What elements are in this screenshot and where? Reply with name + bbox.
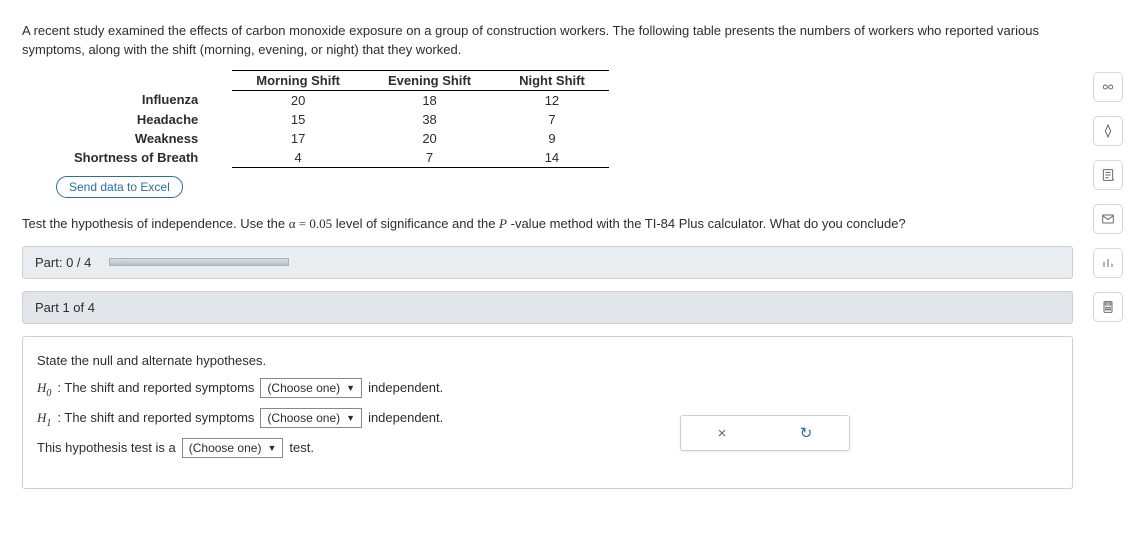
cell: 20: [232, 90, 364, 110]
row-label: Influenza: [50, 90, 232, 110]
test-instruction: Test the hypothesis of independence. Use…: [22, 216, 1073, 232]
chevron-down-icon: ▼: [346, 383, 355, 393]
row-label: Weakness: [50, 129, 232, 148]
question-intro: A recent study examined the effects of c…: [22, 22, 1073, 60]
table-row: Influenza 20 18 12: [50, 90, 609, 110]
cell: 9: [495, 129, 609, 148]
instr-text: -value method with the TI-84 Plus calcul…: [511, 216, 906, 231]
h0-symbol: H: [37, 380, 46, 395]
cell: 7: [495, 110, 609, 129]
test-type-select-label: (Choose one): [189, 441, 262, 455]
table-row: Weakness 17 20 9: [50, 129, 609, 148]
calculator-icon[interactable]: [1093, 292, 1123, 322]
row-label: Shortness of Breath: [50, 148, 232, 168]
chevron-down-icon: ▼: [267, 443, 276, 453]
cell: 38: [364, 110, 495, 129]
part-counter-label: Part: 0 / 4: [35, 255, 91, 270]
h0-select[interactable]: (Choose one) ▼: [260, 378, 362, 398]
h0-select-label: (Choose one): [267, 381, 340, 395]
table-row: Shortness of Breath 4 7 14: [50, 148, 609, 168]
h0-line: H0 : The shift and reported symptoms (Ch…: [37, 378, 1058, 398]
notes-icon[interactable]: [1093, 160, 1123, 190]
send-to-excel-button[interactable]: Send data to Excel: [56, 176, 183, 198]
reset-answer-button[interactable]: ↻: [790, 420, 823, 446]
h1-line: H1 : The shift and reported symptoms (Ch…: [37, 408, 1058, 428]
instr-text: level of significance and the: [336, 216, 499, 231]
table-row: Headache 15 38 7: [50, 110, 609, 129]
cell: 20: [364, 129, 495, 148]
alpha-eq: α = 0.05: [289, 216, 332, 231]
col-blank: [50, 70, 232, 90]
question-panel: State the null and alternate hypotheses.…: [22, 336, 1073, 489]
cell: 15: [232, 110, 364, 129]
h1-symbol: H: [37, 410, 46, 425]
col-morning: Morning Shift: [232, 70, 364, 90]
h1-select[interactable]: (Choose one) ▼: [260, 408, 362, 428]
read-aloud-icon[interactable]: [1093, 72, 1123, 102]
progress-bar: [109, 258, 289, 266]
cell: 7: [364, 148, 495, 168]
test-post: test.: [289, 440, 314, 455]
part-header-label: Part 1 of 4: [35, 300, 95, 315]
cell: 12: [495, 90, 609, 110]
stats-icon[interactable]: [1093, 248, 1123, 278]
question-stem: State the null and alternate hypotheses.: [37, 353, 1058, 368]
test-pre: This hypothesis test is a: [37, 440, 176, 455]
h0-pre: : The shift and reported symptoms: [57, 380, 254, 395]
h1-sub: 1: [46, 418, 51, 429]
compass-icon[interactable]: [1093, 116, 1123, 146]
cell: 14: [495, 148, 609, 168]
test-type-select[interactable]: (Choose one) ▼: [182, 438, 284, 458]
p-symbol: P: [499, 216, 507, 231]
cell: 17: [232, 129, 364, 148]
col-night: Night Shift: [495, 70, 609, 90]
cell: 4: [232, 148, 364, 168]
mail-icon[interactable]: [1093, 204, 1123, 234]
h1-pre: : The shift and reported symptoms: [57, 410, 254, 425]
data-table: Morning Shift Evening Shift Night Shift …: [50, 70, 609, 168]
h0-post: independent.: [368, 380, 443, 395]
h1-select-label: (Choose one): [267, 411, 340, 425]
clear-answer-button[interactable]: ×: [708, 421, 737, 446]
row-label: Headache: [50, 110, 232, 129]
cell: 18: [364, 90, 495, 110]
instr-text: Test the hypothesis of independence. Use…: [22, 216, 289, 231]
col-evening: Evening Shift: [364, 70, 495, 90]
chevron-down-icon: ▼: [346, 413, 355, 423]
part-counter-panel: Part: 0 / 4: [22, 246, 1073, 279]
test-type-line: This hypothesis test is a (Choose one) ▼…: [37, 438, 1058, 458]
part-header-panel: Part 1 of 4: [22, 291, 1073, 324]
h0-sub: 0: [46, 388, 51, 399]
feedback-toolbar: × ↻: [680, 415, 850, 451]
h1-post: independent.: [368, 410, 443, 425]
side-rail: [1081, 0, 1135, 541]
